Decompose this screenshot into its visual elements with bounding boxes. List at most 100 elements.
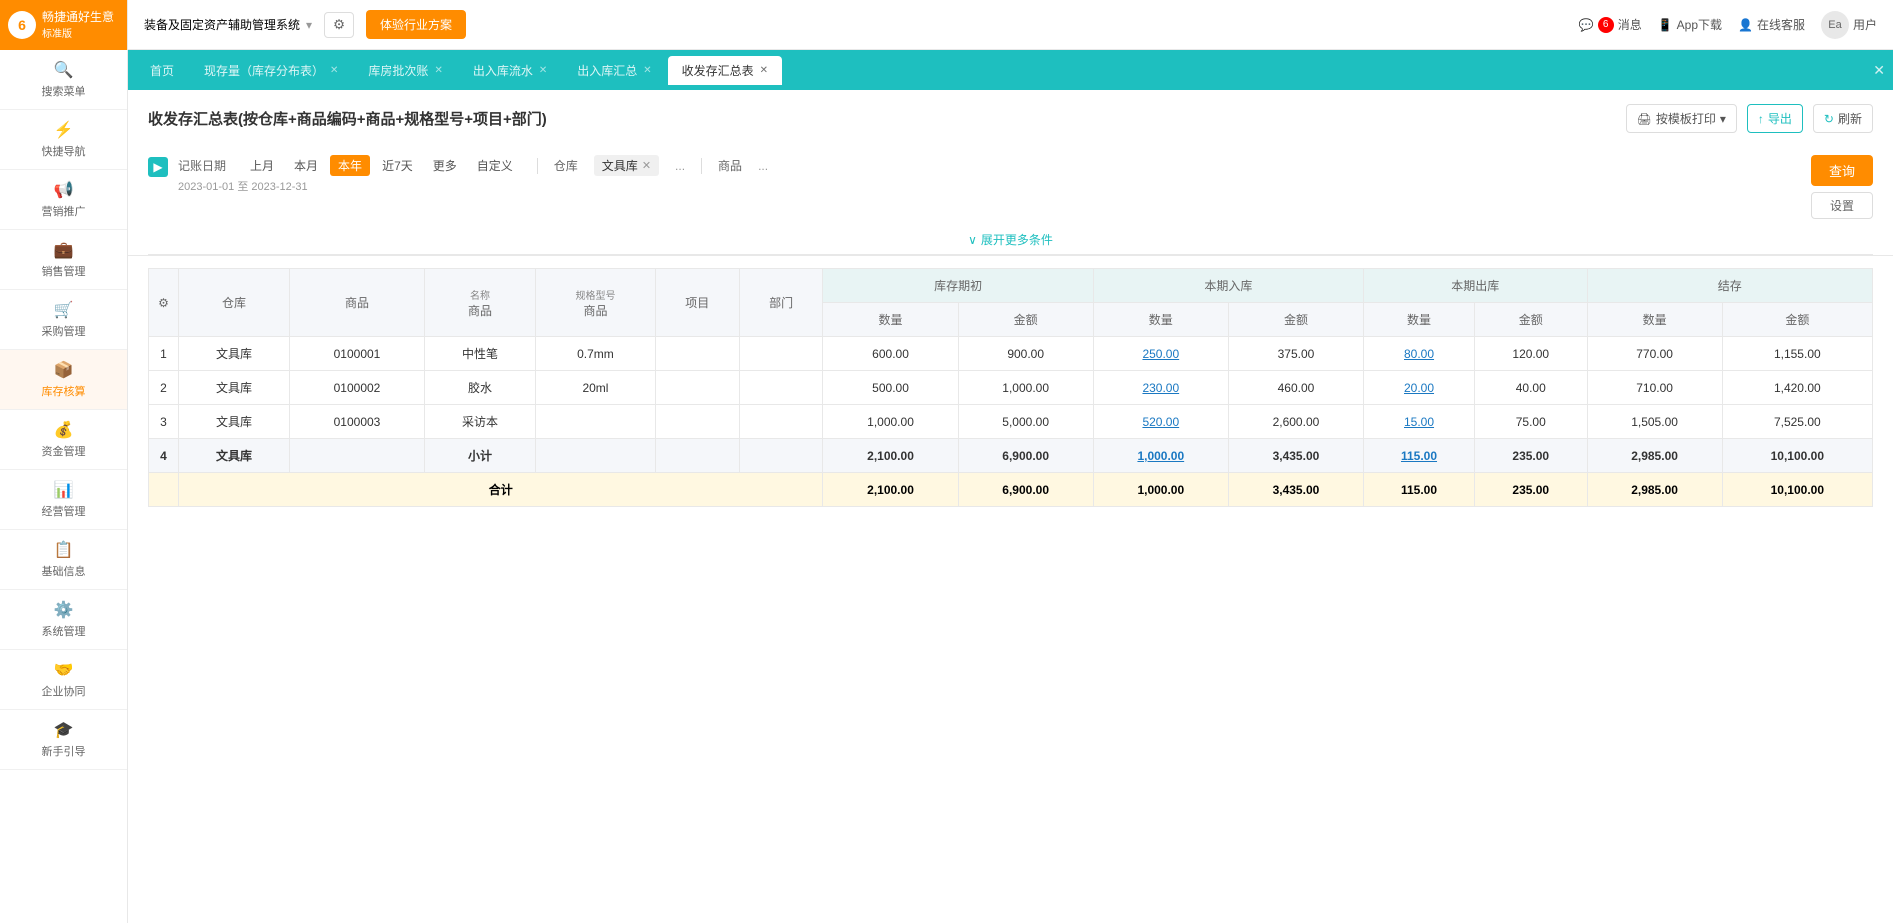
sidebar-label: 采购管理 bbox=[42, 323, 86, 339]
tab-close-3[interactable]: ✕ bbox=[539, 65, 547, 76]
sidebar-item-系统管理[interactable]: ⚙️系统管理 bbox=[0, 590, 127, 650]
settings-button[interactable]: 设置 bbox=[1811, 192, 1873, 219]
sidebar-label: 快捷导航 bbox=[42, 143, 86, 159]
tab-bar-close-all[interactable]: ✕ bbox=[1873, 62, 1885, 79]
date-shortcut-更多[interactable]: 更多 bbox=[425, 155, 465, 176]
online-service-label: 在线客服 bbox=[1757, 16, 1805, 33]
tab-1[interactable]: 现存量（库存分布表）✕ bbox=[190, 56, 352, 85]
query-button[interactable]: 查询 bbox=[1811, 155, 1873, 186]
filter-row-1: 记账日期 上月本月本年近7天更多自定义 仓库 文具库 ✕ ... bbox=[178, 155, 1801, 176]
app-download-label: App下载 bbox=[1677, 16, 1722, 33]
footer-cell-2: 2,100.00 bbox=[823, 473, 958, 507]
sidebar-item-基础信息[interactable]: 📋基础信息 bbox=[0, 530, 127, 590]
date-shortcut-本月[interactable]: 本月 bbox=[286, 155, 326, 176]
link-val[interactable]: 115.00 bbox=[1401, 449, 1437, 463]
cell-no: 3 bbox=[149, 405, 179, 439]
expand-more-icon: ∨ bbox=[968, 233, 977, 247]
cell-name: 胶水 bbox=[425, 371, 536, 405]
tab-2[interactable]: 库房批次账✕ bbox=[354, 56, 456, 85]
product-ellipsis[interactable]: ... bbox=[758, 159, 768, 173]
cell-project bbox=[655, 439, 739, 473]
tab-3[interactable]: 出入库流水✕ bbox=[459, 56, 561, 85]
cell-qty-out[interactable]: 80.00 bbox=[1364, 337, 1475, 371]
sidebar: 6 畅捷通好生意 标准版 🔍搜索菜单⚡快捷导航📢营销推广💼销售管理🛒采购管理📦库… bbox=[0, 0, 128, 923]
logo-text-group: 畅捷通好生意 标准版 bbox=[42, 10, 114, 41]
warehouse-tag-close[interactable]: ✕ bbox=[642, 159, 651, 172]
date-shortcut-自定义[interactable]: 自定义 bbox=[469, 155, 521, 176]
sidebar-icon: 📢 bbox=[54, 180, 74, 200]
tab-0[interactable]: 首页 bbox=[136, 56, 188, 85]
col-header-name: 名称商品 bbox=[425, 269, 536, 337]
user-action[interactable]: Ea 用户 bbox=[1821, 11, 1877, 39]
cell-code bbox=[289, 439, 424, 473]
cell-qty-in[interactable]: 520.00 bbox=[1093, 405, 1228, 439]
cell-qty-out[interactable]: 15.00 bbox=[1364, 405, 1475, 439]
table-row: 4文具库小计2,100.006,900.001,000.003,435.0011… bbox=[149, 439, 1873, 473]
filter-divider-2 bbox=[701, 158, 702, 174]
col-group-init: 库存期初 bbox=[823, 269, 1093, 303]
warehouse-label: 仓库 bbox=[554, 157, 578, 174]
link-val[interactable]: 250.00 bbox=[1142, 347, 1179, 361]
link-val[interactable]: 15.00 bbox=[1404, 415, 1434, 429]
sidebar-item-搜索菜单[interactable]: 🔍搜索菜单 bbox=[0, 50, 127, 110]
tab-5[interactable]: 收发存汇总表✕ bbox=[668, 56, 782, 85]
col-header-code: 商品 bbox=[289, 269, 424, 337]
gear-button[interactable]: ⚙ bbox=[324, 12, 354, 38]
cell-amt-out: 120.00 bbox=[1475, 337, 1587, 371]
cell-amt-bal: 1,420.00 bbox=[1722, 371, 1872, 405]
sidebar-icon: 💼 bbox=[54, 240, 74, 260]
tab-close-1[interactable]: ✕ bbox=[330, 65, 338, 76]
cell-qty-in[interactable]: 1,000.00 bbox=[1093, 439, 1228, 473]
table-row: 2文具库0100002胶水20ml500.001,000.00230.00460… bbox=[149, 371, 1873, 405]
tab-close-5[interactable]: ✕ bbox=[760, 65, 768, 76]
filter-expand-icon[interactable]: ▶ bbox=[148, 157, 168, 177]
message-action[interactable]: 💬 6 消息 bbox=[1579, 16, 1642, 33]
cell-qty-in[interactable]: 250.00 bbox=[1093, 337, 1228, 371]
col-header-settings[interactable]: ⚙ bbox=[149, 269, 179, 337]
link-val[interactable]: 20.00 bbox=[1404, 381, 1434, 395]
cell-amt-bal: 10,100.00 bbox=[1722, 439, 1872, 473]
message-label: 消息 bbox=[1618, 16, 1642, 33]
export-button[interactable]: ↑ 导出 bbox=[1747, 104, 1803, 133]
link-val[interactable]: 80.00 bbox=[1404, 347, 1434, 361]
online-service-action[interactable]: 👤 在线客服 bbox=[1738, 16, 1805, 33]
sidebar-item-库存核算[interactable]: 📦库存核算 bbox=[0, 350, 127, 410]
title-dropdown-icon[interactable]: ▾ bbox=[306, 18, 312, 32]
app-download-action[interactable]: 📱 App下载 bbox=[1658, 16, 1722, 33]
link-val[interactable]: 1,000.00 bbox=[1137, 449, 1184, 463]
cell-qty-out[interactable]: 20.00 bbox=[1364, 371, 1475, 405]
footer-cell-5: 3,435.00 bbox=[1228, 473, 1363, 507]
col-qty-init: 数量 bbox=[823, 303, 958, 337]
tab-close-2[interactable]: ✕ bbox=[434, 65, 442, 76]
sidebar-item-资金管理[interactable]: 💰资金管理 bbox=[0, 410, 127, 470]
cell-qty-init: 2,100.00 bbox=[823, 439, 958, 473]
link-val[interactable]: 230.00 bbox=[1142, 381, 1179, 395]
sidebar-item-新手引导[interactable]: 🎓新手引导 bbox=[0, 710, 127, 770]
expand-more-btn[interactable]: ∨ 展开更多条件 bbox=[148, 225, 1873, 254]
cell-qty-in[interactable]: 230.00 bbox=[1093, 371, 1228, 405]
link-val[interactable]: 520.00 bbox=[1142, 415, 1179, 429]
sidebar-item-快捷导航[interactable]: ⚡快捷导航 bbox=[0, 110, 127, 170]
tab-close-4[interactable]: ✕ bbox=[643, 65, 651, 76]
sidebar-item-企业协同[interactable]: 🤝企业协同 bbox=[0, 650, 127, 710]
date-shortcut-近7天[interactable]: 近7天 bbox=[374, 155, 421, 176]
try-button[interactable]: 体验行业方案 bbox=[366, 10, 466, 39]
sidebar-item-采购管理[interactable]: 🛒采购管理 bbox=[0, 290, 127, 350]
cell-qty-out[interactable]: 115.00 bbox=[1364, 439, 1475, 473]
tab-4[interactable]: 出入库汇总✕ bbox=[563, 56, 665, 85]
date-shortcut-上月[interactable]: 上月 bbox=[242, 155, 282, 176]
sidebar-item-经营管理[interactable]: 📊经营管理 bbox=[0, 470, 127, 530]
col-qty-out: 数量 bbox=[1364, 303, 1475, 337]
print-button[interactable]: 🖨 按模板打印 ▾ bbox=[1626, 104, 1737, 133]
refresh-button[interactable]: ↻ 刷新 bbox=[1813, 104, 1873, 133]
sidebar-item-销售管理[interactable]: 💼销售管理 bbox=[0, 230, 127, 290]
date-shortcut-本年[interactable]: 本年 bbox=[330, 155, 370, 176]
warehouse-ellipsis[interactable]: ... bbox=[675, 159, 685, 173]
logo-sub-text: 标准版 bbox=[42, 25, 114, 40]
col-group-out: 本期出库 bbox=[1364, 269, 1587, 303]
footer-cell-6: 115.00 bbox=[1364, 473, 1475, 507]
footer-cell-7: 235.00 bbox=[1475, 473, 1587, 507]
col-amt-bal: 金额 bbox=[1722, 303, 1872, 337]
sidebar-item-营销推广[interactable]: 📢营销推广 bbox=[0, 170, 127, 230]
refresh-label: 刷新 bbox=[1838, 110, 1862, 127]
